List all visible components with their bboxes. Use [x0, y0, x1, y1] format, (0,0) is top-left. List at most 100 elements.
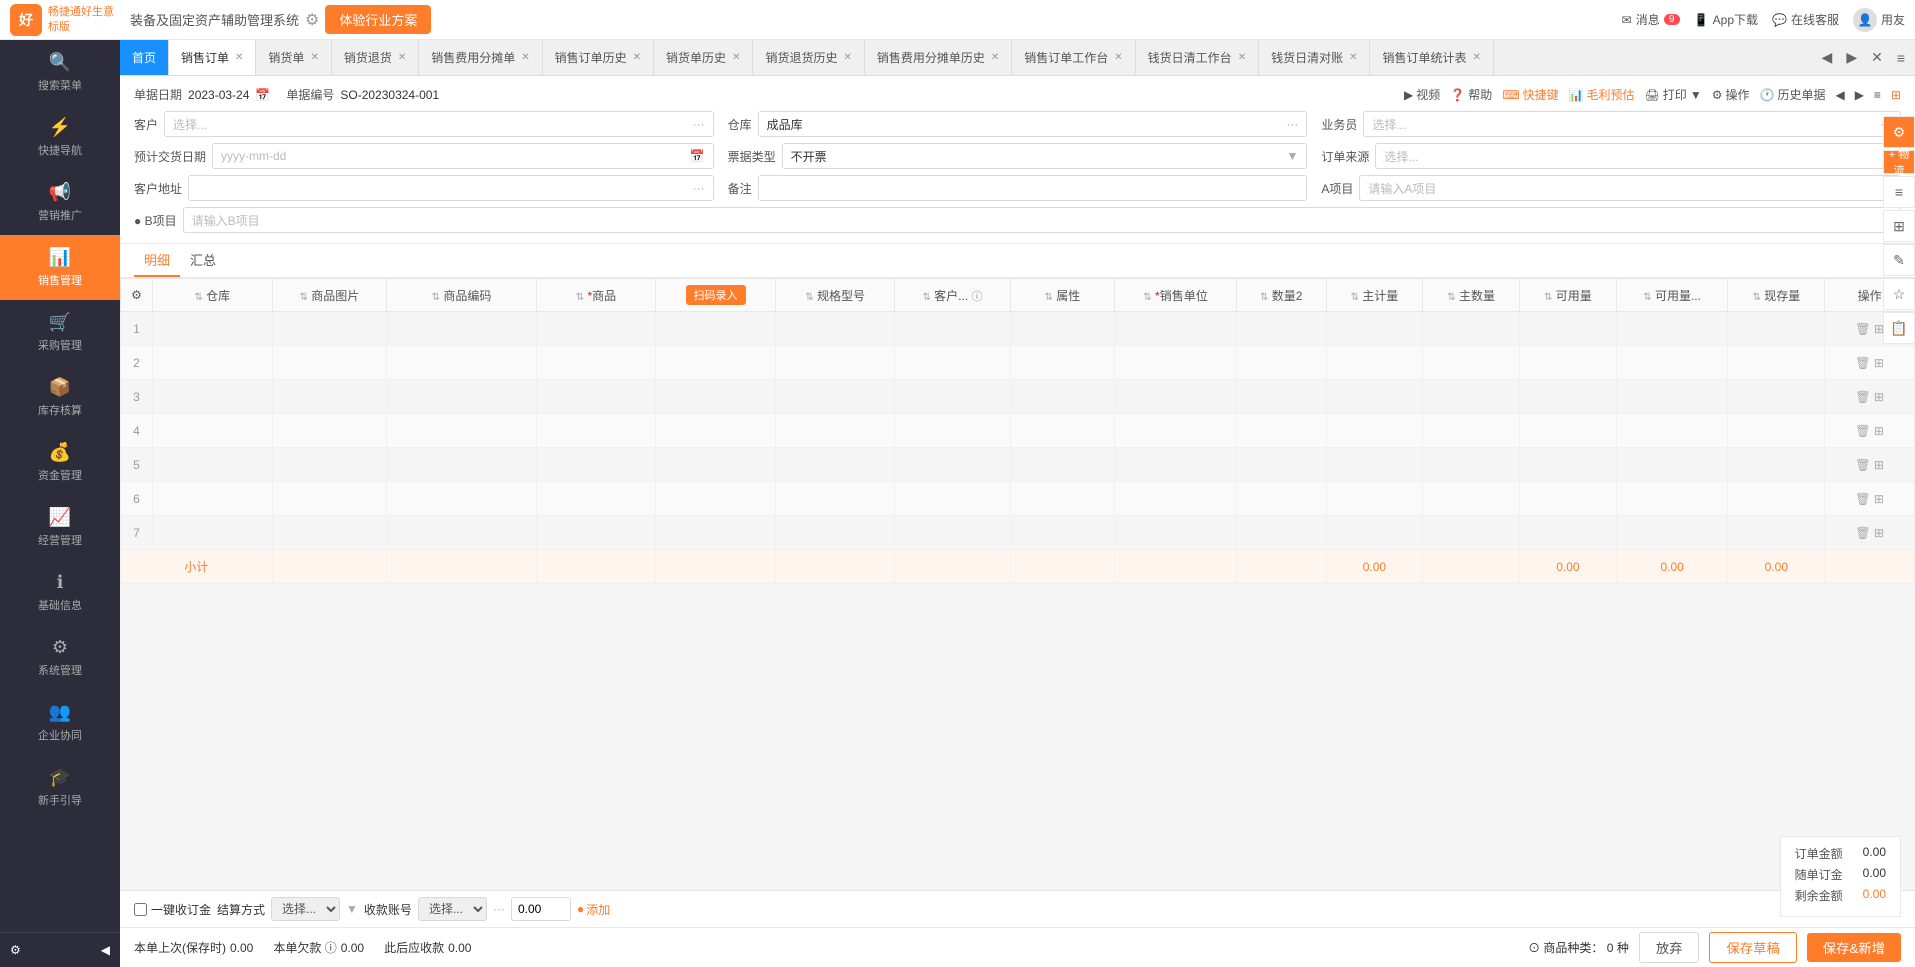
float-edit-icon[interactable]: ✎ [1883, 244, 1915, 276]
sidebar-item-system[interactable]: ⚙ 系统管理 [0, 625, 120, 690]
row-7-warehouse[interactable] [153, 516, 273, 550]
th-img[interactable]: ⇅ 商品图片 [272, 279, 387, 312]
row-2-avail2[interactable] [1616, 346, 1728, 380]
row-4-qty2[interactable] [1236, 414, 1326, 448]
delivery-date-calendar-icon[interactable]: 📅 [690, 149, 705, 163]
sidebar-item-guide[interactable]: 🎓 新手引导 [0, 755, 120, 820]
row-2-attr[interactable] [1010, 346, 1115, 380]
row-2-avail[interactable] [1520, 346, 1617, 380]
b-project-input[interactable]: 请输入B项目 [183, 207, 1901, 233]
row-1-avail2[interactable] [1616, 312, 1728, 346]
tab-close-all-btn[interactable]: ✕ [1865, 47, 1889, 68]
th-warehouse[interactable]: ⇅ 仓库 [153, 279, 273, 312]
row-1-attr[interactable] [1010, 312, 1115, 346]
save-new-button[interactable]: 保存&新增 [1807, 933, 1901, 962]
row-1-main-qty[interactable] [1423, 312, 1520, 346]
row-1-warehouse[interactable] [153, 312, 273, 346]
tab-close-cash-reconcile[interactable]: ✕ [1349, 52, 1357, 63]
row-5-avail[interactable] [1520, 448, 1617, 482]
warehouse-input[interactable]: 成品库 ··· [758, 111, 1308, 137]
tab-summary[interactable]: 汇总 [180, 244, 226, 277]
tab-close-expense-history[interactable]: ✕ [991, 52, 999, 63]
tab-sales-expense[interactable]: 销售费用分摊单 ✕ [419, 40, 542, 76]
sidebar-item-finance[interactable]: 💰 资金管理 [0, 430, 120, 495]
row-2-copy-icon[interactable]: ⊞ [1874, 356, 1884, 370]
row-6-attr[interactable] [1010, 482, 1115, 516]
row-2-img[interactable] [272, 346, 387, 380]
row-1-spec[interactable] [775, 312, 895, 346]
tab-sales-return[interactable]: 销货退货 ✕ [332, 40, 419, 76]
row-5-warehouse[interactable] [153, 448, 273, 482]
row-3-customer[interactable] [895, 380, 1010, 414]
tab-menu-btn[interactable]: ≡ [1891, 48, 1911, 68]
discard-button[interactable]: 放弃 [1639, 932, 1700, 963]
row-7-spec[interactable] [775, 516, 895, 550]
row-3-ops[interactable]: 🗑 ⊞ [1825, 380, 1915, 414]
th-name[interactable]: ⇅ *商品 [536, 279, 656, 312]
row-5-scan[interactable] [656, 448, 776, 482]
row-7-scan[interactable] [656, 516, 776, 550]
row-5-img[interactable] [272, 448, 387, 482]
row-6-name[interactable] [536, 482, 656, 516]
row-6-stock[interactable] [1728, 482, 1825, 516]
preview-btn[interactable]: ▶ 视频 [1404, 86, 1440, 103]
row-7-main-unit[interactable] [1326, 516, 1423, 550]
table-scroll-wrap[interactable]: ⚙ ⇅ 仓库 ⇅ 商品图片 ⇅ 商品编码 ⇅ *商品 扫码录入 ⇅ 规格型号 ⇅… [120, 278, 1915, 890]
user-item[interactable]: 👤 用友 [1853, 8, 1905, 32]
th-qty2[interactable]: ⇅ 数量2 [1236, 279, 1326, 312]
settings-float-btn[interactable]: ⚙ [1883, 116, 1915, 148]
float-list-icon[interactable]: ≡ [1883, 176, 1915, 208]
row-2-scan[interactable] [656, 346, 776, 380]
order-no-value[interactable]: SO-20230324-001 [340, 88, 439, 102]
tab-close-order-workbench[interactable]: ✕ [1114, 52, 1122, 63]
tab-cash-reconcile[interactable]: 钱货日清对账 ✕ [1259, 40, 1370, 76]
row-5-ops[interactable]: 🗑 ⊞ [1825, 448, 1915, 482]
row-5-delete-icon[interactable]: 🗑 [1855, 458, 1870, 472]
profit-btn[interactable]: 📊 毛利预估 [1569, 86, 1635, 103]
app-download-item[interactable]: 📱 App下载 [1694, 11, 1758, 28]
tab-sales-order[interactable]: 销售订单 ✕ [169, 40, 256, 76]
row-6-scan[interactable] [656, 482, 776, 516]
row-4-scan[interactable] [656, 414, 776, 448]
addr-dots-icon[interactable]: ··· [693, 181, 705, 195]
solution-button[interactable]: 体验行业方案 [325, 5, 431, 34]
tab-sales-invoice[interactable]: 销货单 ✕ [256, 40, 331, 76]
row-3-code[interactable] [387, 380, 536, 414]
row-5-main-qty[interactable] [1423, 448, 1520, 482]
row-2-stock[interactable] [1728, 346, 1825, 380]
th-main-qty[interactable]: ⇅ 主数量 [1423, 279, 1520, 312]
one-click-checkout-label[interactable]: 一键收订金 [134, 901, 211, 918]
sidebar-collapse-icon[interactable]: ◀ [101, 943, 110, 957]
online-service-item[interactable]: 💬 在线客服 [1772, 11, 1839, 28]
row-3-delete-icon[interactable]: 🗑 [1855, 390, 1870, 404]
add-logistics-btn[interactable]: + 物流 [1883, 150, 1915, 174]
sidebar-item-basic[interactable]: ℹ 基础信息 [0, 560, 120, 625]
row-7-stock[interactable] [1728, 516, 1825, 550]
row-4-copy-icon[interactable]: ⊞ [1874, 424, 1884, 438]
row-3-qty2[interactable] [1236, 380, 1326, 414]
row-3-name[interactable] [536, 380, 656, 414]
settings-gear-icon[interactable]: ⚙ [305, 10, 319, 30]
tab-home[interactable]: 首页 [120, 40, 169, 76]
row-6-main-qty[interactable] [1423, 482, 1520, 516]
row-4-warehouse[interactable] [153, 414, 273, 448]
add-receipt-btn[interactable]: ● 添加 [577, 901, 610, 918]
row-5-main-unit[interactable] [1326, 448, 1423, 482]
row-6-avail2[interactable] [1616, 482, 1728, 516]
row-6-delete-icon[interactable]: 🗑 [1855, 492, 1870, 506]
sidebar-item-enterprise[interactable]: 👥 企业协同 [0, 690, 120, 755]
row-7-code[interactable] [387, 516, 536, 550]
help-btn[interactable]: ❓ 帮助 [1450, 86, 1492, 103]
staff-input[interactable]: 选择... ··· [1363, 111, 1901, 137]
date-value[interactable]: 2023-03-24 [188, 88, 249, 102]
row-6-main-unit[interactable] [1326, 482, 1423, 516]
tab-invoice-history[interactable]: 销货单历史 ✕ [654, 40, 753, 76]
tab-detail[interactable]: 明细 [134, 244, 180, 277]
row-3-attr[interactable] [1010, 380, 1115, 414]
row-3-copy-icon[interactable]: ⊞ [1874, 390, 1884, 404]
row-5-stock[interactable] [1728, 448, 1825, 482]
float-copy-icon[interactable]: 📋 [1883, 312, 1915, 344]
row-5-customer[interactable] [895, 448, 1010, 482]
row-3-spec[interactable] [775, 380, 895, 414]
row-3-unit[interactable] [1115, 380, 1237, 414]
